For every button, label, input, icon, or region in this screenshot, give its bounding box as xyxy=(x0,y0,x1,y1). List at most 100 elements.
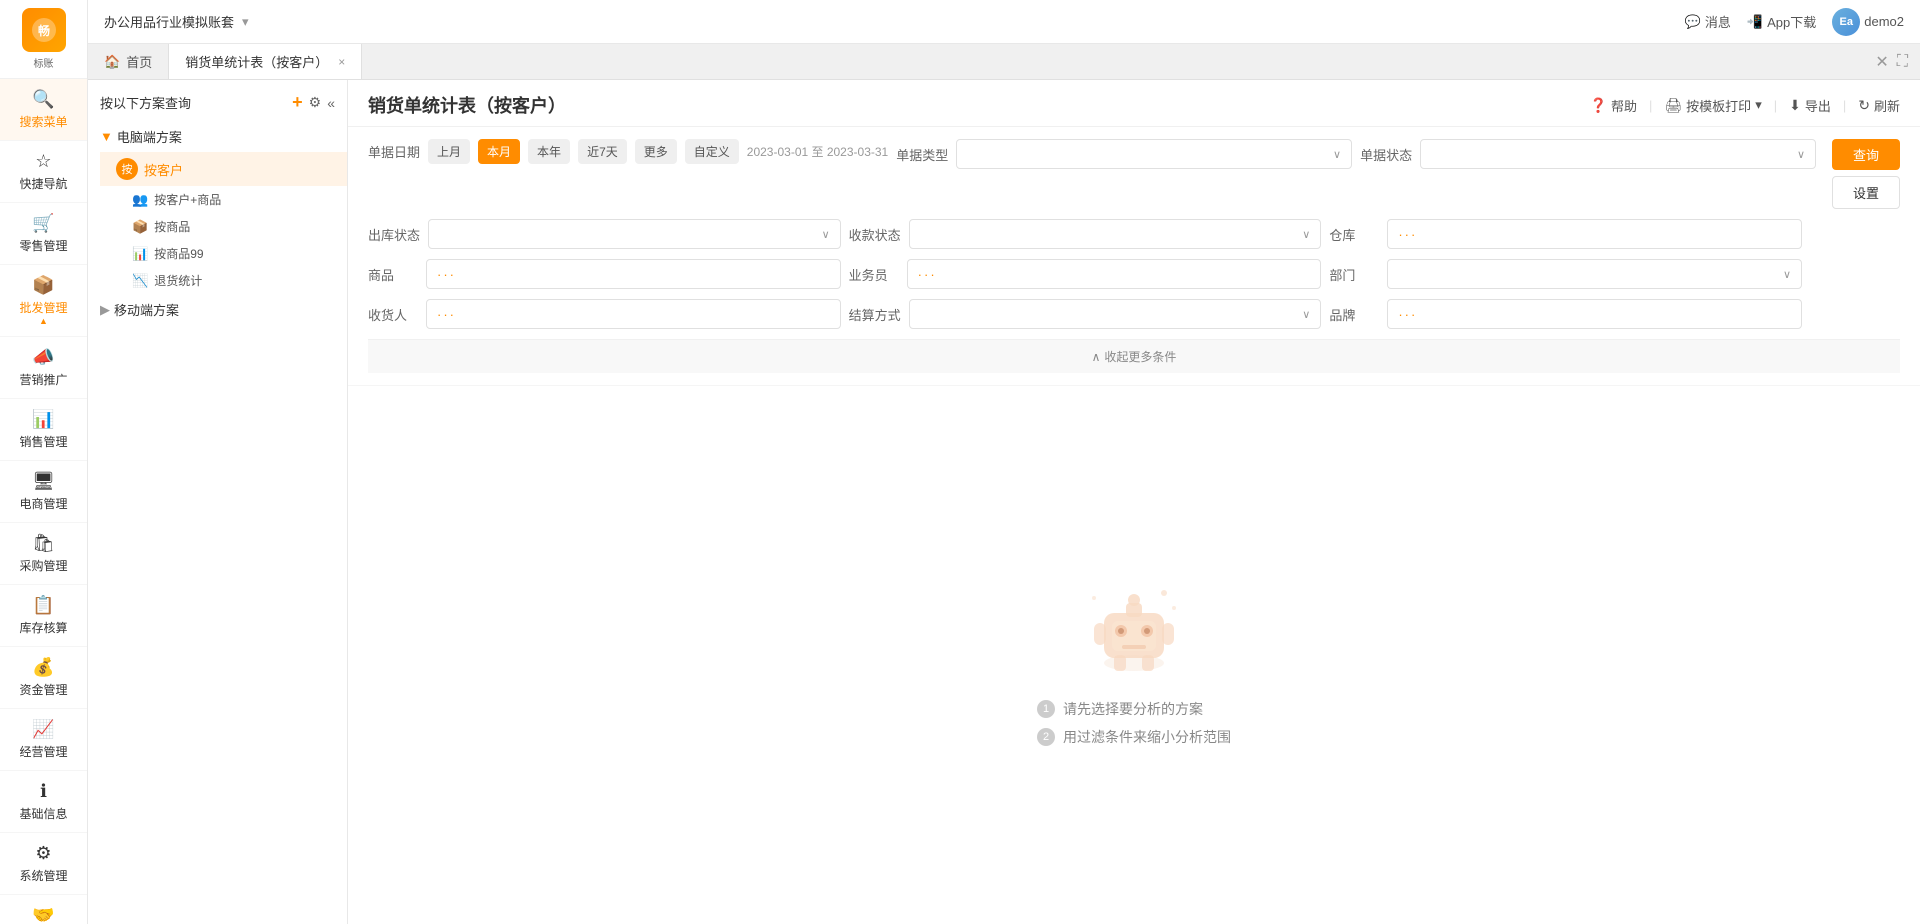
tab-sales-stats[interactable]: 销货单统计表（按客户） × xyxy=(169,44,362,79)
home-icon: 🏠 xyxy=(104,54,120,70)
sidebar-item-label: 搜索菜单 xyxy=(19,113,67,130)
warehouse-select[interactable]: ··· xyxy=(1387,219,1802,249)
sidebar-item-collab[interactable]: 🤝 企业协同 xyxy=(0,895,87,924)
sidebar-item-purchase[interactable]: 🛍 采购管理 xyxy=(0,523,87,585)
sidebar-item-label: 经营管理 xyxy=(19,743,67,760)
sidebar-item-wholesale[interactable]: 📦 批发管理 ▲ xyxy=(0,265,87,337)
close-window-icon[interactable]: ✕ xyxy=(1875,52,1888,72)
date-btn-custom[interactable]: 自定义 xyxy=(685,139,739,164)
filter-area: 单据日期 上月 本月 本年 近7天 更多 自定义 2023-03-01 至 20… xyxy=(348,127,1920,386)
empty-hint-1: 1 请先选择要分析的方案 xyxy=(1037,699,1231,719)
query-btn[interactable]: 查询 xyxy=(1832,139,1900,170)
desktop-schemes-parent[interactable]: ▼ 电脑端方案 xyxy=(88,121,347,152)
collapse-panel-btn[interactable]: « xyxy=(327,95,335,111)
collapse-btn[interactable]: ∧ 收起更多条件 xyxy=(1092,348,1177,365)
user-menu[interactable]: Ea demo2 xyxy=(1832,8,1904,36)
salesperson-select[interactable]: ··· xyxy=(907,259,1322,289)
date-presets-row: 上月 本月 本年 近7天 更多 自定义 2023-03-01 至 2023-03… xyxy=(428,139,888,164)
tab-window-controls: ✕ ⛶ xyxy=(1863,52,1920,72)
receiver-label: 收货人 xyxy=(368,305,418,324)
department-chevron: ∨ xyxy=(1783,268,1791,281)
brand-select[interactable]: ··· xyxy=(1387,299,1802,329)
date-btn-more[interactable]: 更多 xyxy=(635,139,677,164)
inventory-icon: 📋 xyxy=(32,595,54,616)
add-scheme-btn[interactable]: + xyxy=(292,92,303,113)
tabs-bar: 🏠 首页 销货单统计表（按客户） × ✕ ⛶ xyxy=(88,44,1920,80)
sidebar-item-marketing[interactable]: 📣 营销推广 xyxy=(0,337,87,399)
maximize-icon[interactable]: ⛶ xyxy=(1897,53,1908,71)
print-btn[interactable]: 🖨 按模板打印 ▾ xyxy=(1664,96,1761,115)
settlement-label: 结算方式 xyxy=(849,305,901,324)
product-select[interactable]: ··· xyxy=(426,259,841,289)
message-btn[interactable]: 💬 消息 xyxy=(1685,12,1731,31)
sidebar-item-operations[interactable]: 📈 经营管理 xyxy=(0,709,87,771)
sidebar-item-system[interactable]: ⚙ 系统管理 xyxy=(0,833,87,895)
delivery-chevron: ∨ xyxy=(822,228,830,241)
sidebar-item-label: 批发管理 xyxy=(19,299,67,316)
scheme-by-product[interactable]: 📦 按商品 xyxy=(100,213,347,240)
page-title: 销货单统计表（按客户） xyxy=(368,92,566,118)
receiver-select[interactable]: ··· xyxy=(426,299,841,329)
app-download-btn[interactable]: 📲 App下载 xyxy=(1747,12,1816,31)
help-btn[interactable]: ❓ 帮助 xyxy=(1590,96,1637,115)
settlement-select[interactable]: ∨ xyxy=(909,299,1322,329)
export-icon: ⬇ xyxy=(1789,97,1801,114)
order-status-select[interactable]: ∨ xyxy=(1420,139,1816,169)
collapse-bar[interactable]: ∧ 收起更多条件 xyxy=(368,339,1900,373)
sidebar-item-search[interactable]: 🔍 搜索菜单 xyxy=(0,79,87,141)
sidebar-item-sales[interactable]: 📊 销售管理 xyxy=(0,399,87,461)
salesperson-dots: ··· xyxy=(918,267,937,282)
sidebar-item-ecom[interactable]: 🖥 电商管理 xyxy=(0,461,87,523)
date-btn-thisyear[interactable]: 本年 xyxy=(528,139,570,164)
sidebar-item-retail[interactable]: 🛒 零售管理 xyxy=(0,203,87,265)
export-label: 导出 xyxy=(1805,96,1831,115)
retail-icon: 🛒 xyxy=(32,213,54,234)
scheme-returns[interactable]: 📉 退货统计 xyxy=(100,267,347,294)
department-select[interactable]: ∨ xyxy=(1387,259,1802,289)
payment-status-select[interactable]: ∨ xyxy=(909,219,1322,249)
date-btn-7days[interactable]: 近7天 xyxy=(578,139,627,164)
settlement-chevron: ∨ xyxy=(1302,308,1310,321)
scheme-by-product99[interactable]: 📊 按商品99 xyxy=(100,240,347,267)
date-label: 单据日期 xyxy=(368,142,420,161)
refresh-btn[interactable]: ↻ 刷新 xyxy=(1858,96,1900,115)
sidebar-item-label: 零售管理 xyxy=(19,237,67,254)
user-name: demo2 xyxy=(1864,14,1904,29)
scheme-by-customer-label: 按客户 xyxy=(144,160,183,179)
order-type-select[interactable]: ∨ xyxy=(956,139,1352,169)
payment-status-label: 收款状态 xyxy=(849,225,901,244)
main-area: 办公用品行业模拟账套 ▾ 💬 消息 📲 App下载 Ea demo2 🏠 首页 … xyxy=(88,0,1920,924)
info-icon: ℹ xyxy=(40,781,47,802)
settings-scheme-btn[interactable]: ⚙ xyxy=(309,94,322,111)
sidebar-item-label: 库存核算 xyxy=(19,619,67,636)
scheme-by-product99-label: 按商品99 xyxy=(154,245,203,262)
scheme-customer-product[interactable]: 👥 按客户+商品 xyxy=(100,186,347,213)
sidebar-item-finance[interactable]: 💰 资金管理 xyxy=(0,647,87,709)
brand-dots: ··· xyxy=(1398,307,1417,322)
sidebar-item-basicinfo[interactable]: ℹ 基础信息 xyxy=(0,771,87,833)
star-icon: ☆ xyxy=(35,151,51,172)
print-dropdown-icon[interactable]: ▾ xyxy=(1755,97,1762,113)
finance-icon: 💰 xyxy=(32,657,54,678)
settings-btn[interactable]: 设置 xyxy=(1832,176,1900,209)
tab-home[interactable]: 🏠 首页 xyxy=(88,44,169,79)
app-title: 办公用品行业模拟账套 xyxy=(104,12,234,31)
product-dots: ··· xyxy=(437,267,456,282)
svg-text:畅: 畅 xyxy=(37,23,49,38)
message-icon: 💬 xyxy=(1685,14,1701,30)
panel-header-actions: + ⚙ « xyxy=(292,92,335,113)
scheme-by-customer[interactable]: 按 按客户 xyxy=(100,152,347,186)
sidebar-item-label: 采购管理 xyxy=(19,557,67,574)
sidebar-item-inventory[interactable]: 📋 库存核算 xyxy=(0,585,87,647)
delivery-status-select[interactable]: ∨ xyxy=(428,219,841,249)
title-dropdown-icon[interactable]: ▾ xyxy=(242,14,249,30)
date-btn-lastmonth[interactable]: 上月 xyxy=(428,139,470,164)
wholesale-icon: 📦 xyxy=(32,275,54,296)
tab-close-btn[interactable]: × xyxy=(338,55,345,69)
export-btn[interactable]: ⬇ 导出 xyxy=(1789,96,1831,115)
mobile-schemes-parent[interactable]: ▶ 移动端方案 xyxy=(88,294,347,325)
sidebar-item-quicknav[interactable]: ☆ 快捷导航 xyxy=(0,141,87,203)
date-btn-thismonth[interactable]: 本月 xyxy=(478,139,520,164)
left-panel: 按以下方案查询 + ⚙ « ▼ 电脑端方案 按 按客户 👥 按客 xyxy=(88,80,348,924)
product99-icon: 📊 xyxy=(132,246,148,262)
